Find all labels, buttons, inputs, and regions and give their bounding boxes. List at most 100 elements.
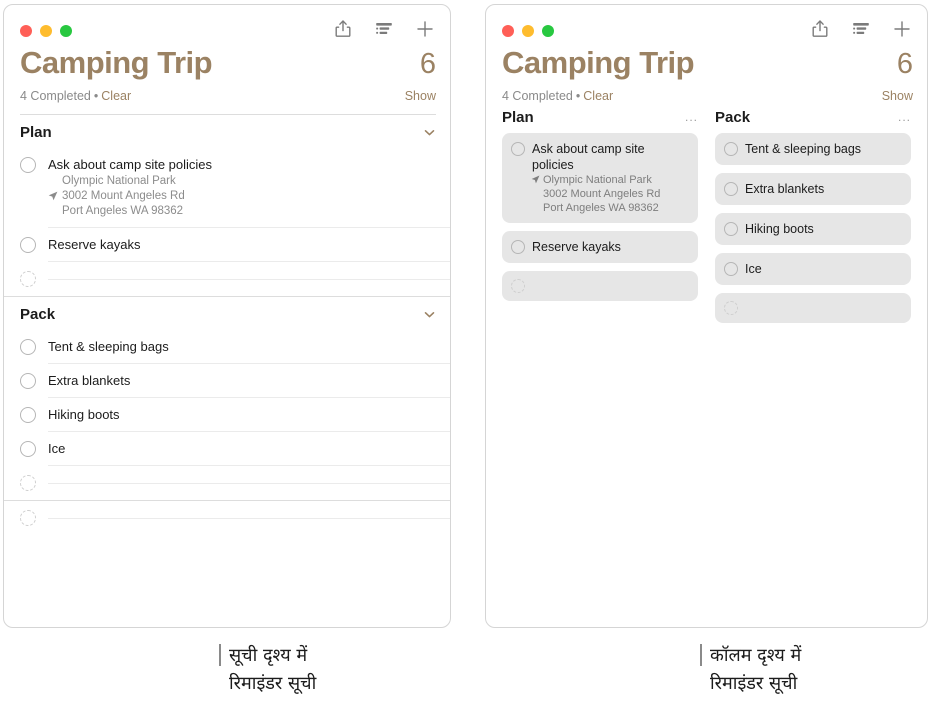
list-item-empty[interactable] — [20, 501, 450, 535]
complete-circle-icon[interactable] — [724, 141, 738, 156]
section-header-pack[interactable]: Pack — [4, 297, 450, 330]
callout-line-2: रिमाइंडर सूची — [229, 673, 317, 694]
list-item-body: Reserve kayaks — [48, 228, 450, 262]
rows-plan: Ask about camp site policies Olympic Nat… — [4, 148, 450, 296]
show-completed-button[interactable]: Show — [405, 89, 436, 103]
zoom-button[interactable] — [542, 25, 554, 37]
reminder-card-title: Hiking boots — [745, 221, 814, 236]
park-name: Olympic National Park — [62, 174, 176, 187]
complete-circle-icon[interactable] — [20, 372, 36, 389]
add-reminder-icon[interactable] — [891, 18, 913, 40]
complete-circle-icon[interactable] — [20, 406, 36, 423]
column-headers: Plan ... Pack ... — [486, 103, 927, 126]
rows-pack: Tent & sleeping bags Extra blankets Hiki… — [4, 330, 450, 500]
reminder-count: 6 — [896, 48, 913, 80]
rows-trailing — [4, 501, 450, 535]
meta-separator: • — [575, 88, 581, 103]
titlebar-column-view — [486, 5, 927, 47]
reminder-card-empty[interactable] — [502, 270, 698, 301]
reminders-window-column-view[interactable]: Camping Trip 6 4 Completed • Clear Show Pl… — [485, 4, 928, 628]
reminder-card-subtitle-street: 3002 Mount Angeles Rd — [532, 187, 688, 201]
list-item-subtitle-street: 3002 Mount Angeles Rd — [48, 189, 450, 204]
clear-button[interactable]: Clear — [101, 89, 131, 103]
show-completed-button[interactable]: Show — [882, 89, 913, 103]
minimize-button[interactable] — [522, 25, 534, 37]
list-item-body: Ice — [48, 432, 450, 466]
reminder-card-body: Extra blankets — [745, 181, 901, 197]
reminder-card-title: Extra blankets — [745, 181, 825, 196]
complete-circle-icon[interactable] — [20, 440, 36, 457]
column-title: Pack — [715, 108, 751, 126]
street-address: 3002 Mount Angeles Rd — [543, 187, 661, 200]
empty-circle-icon[interactable] — [20, 270, 36, 287]
reminder-card-body: Ice — [745, 261, 901, 277]
reminder-card-body: Hiking boots — [745, 221, 901, 237]
list-item-body: Extra blankets — [48, 364, 450, 398]
column-title: Plan — [502, 108, 534, 126]
park-name: Olympic National Park — [543, 173, 652, 186]
add-reminder-icon[interactable] — [414, 18, 436, 40]
list-item[interactable]: Hiking boots — [20, 398, 450, 432]
callout-column-view: कॉलम दृश्य में रिमाइंडर सूची — [700, 642, 801, 698]
page-title: Camping Trip — [502, 45, 695, 80]
list-item[interactable]: Tent & sleeping bags — [20, 330, 450, 364]
complete-circle-icon[interactable] — [20, 156, 36, 173]
complete-circle-icon[interactable] — [511, 239, 525, 254]
empty-circle-icon[interactable] — [724, 300, 738, 315]
complete-circle-icon[interactable] — [20, 236, 36, 253]
complete-circle-icon[interactable] — [724, 261, 738, 276]
reminder-card[interactable]: Hiking boots — [715, 212, 911, 245]
new-reminder-input[interactable] — [48, 262, 450, 280]
new-reminder-input[interactable] — [48, 501, 450, 519]
list-header-list-view: Camping Trip 6 4 Completed • Clear Show — [4, 46, 450, 115]
reminder-card[interactable]: Ask about camp site policies Olympic Nat… — [502, 132, 698, 223]
minimize-button[interactable] — [40, 25, 52, 37]
list-item[interactable]: Ask about camp site policies Olympic Nat… — [20, 148, 450, 228]
chevron-down-icon[interactable] — [423, 126, 436, 139]
reminder-card[interactable]: Extra blankets — [715, 172, 911, 205]
column-header-plan: Plan ... — [502, 109, 698, 126]
list-options-icon[interactable] — [850, 18, 872, 40]
section-title: Pack — [20, 305, 56, 323]
meta-separator: • — [93, 88, 99, 103]
clear-button[interactable]: Clear — [583, 89, 613, 103]
column-menu-icon[interactable]: ... — [898, 111, 911, 123]
list-item-empty[interactable] — [20, 262, 450, 296]
zoom-button[interactable] — [60, 25, 72, 37]
city-state-zip: Port Angeles WA 98362 — [62, 204, 184, 217]
reminder-card[interactable]: Ice — [715, 252, 911, 285]
list-options-icon[interactable] — [373, 18, 395, 40]
section-plan: Plan Ask about camp site policies Olympi… — [4, 115, 450, 296]
chevron-down-icon[interactable] — [423, 308, 436, 321]
list-item-body: Tent & sleeping bags — [48, 330, 450, 364]
reminders-window-list-view[interactable]: Camping Trip 6 4 Completed • Clear Show Pl… — [3, 4, 451, 628]
reminder-card-empty[interactable] — [715, 292, 911, 323]
share-icon[interactable] — [809, 18, 831, 40]
list-header-column-view: Camping Trip 6 4 Completed • Clear Show — [486, 45, 927, 103]
list-item-subtitle-city: Port Angeles WA 98362 — [48, 204, 450, 219]
complete-circle-icon[interactable] — [511, 141, 525, 156]
reminder-card[interactable]: Tent & sleeping bags — [715, 132, 911, 165]
reminder-card-title: Ask about camp site policies — [532, 141, 645, 172]
complete-circle-icon[interactable] — [724, 221, 738, 236]
share-icon[interactable] — [332, 18, 354, 40]
reminder-card[interactable]: Reserve kayaks — [502, 230, 698, 263]
complete-circle-icon[interactable] — [724, 181, 738, 196]
empty-circle-icon[interactable] — [20, 474, 36, 491]
empty-circle-icon[interactable] — [511, 278, 525, 293]
close-button[interactable] — [20, 25, 32, 37]
list-item-subtitle-park: Olympic National Park — [48, 174, 450, 189]
list-item[interactable]: Reserve kayaks — [20, 228, 450, 262]
reminder-count: 6 — [419, 48, 436, 80]
section-header-plan[interactable]: Plan — [4, 115, 450, 148]
empty-circle-icon[interactable] — [20, 509, 36, 526]
list-item-empty[interactable] — [20, 466, 450, 500]
list-item[interactable]: Extra blankets — [20, 364, 450, 398]
list-item[interactable]: Ice — [20, 432, 450, 466]
completed-count: 4 Completed — [502, 88, 573, 103]
column-menu-icon[interactable]: ... — [685, 111, 698, 123]
close-button[interactable] — [502, 25, 514, 37]
new-reminder-input[interactable] — [48, 466, 450, 484]
callout-leader-line — [700, 644, 702, 666]
complete-circle-icon[interactable] — [20, 338, 36, 355]
